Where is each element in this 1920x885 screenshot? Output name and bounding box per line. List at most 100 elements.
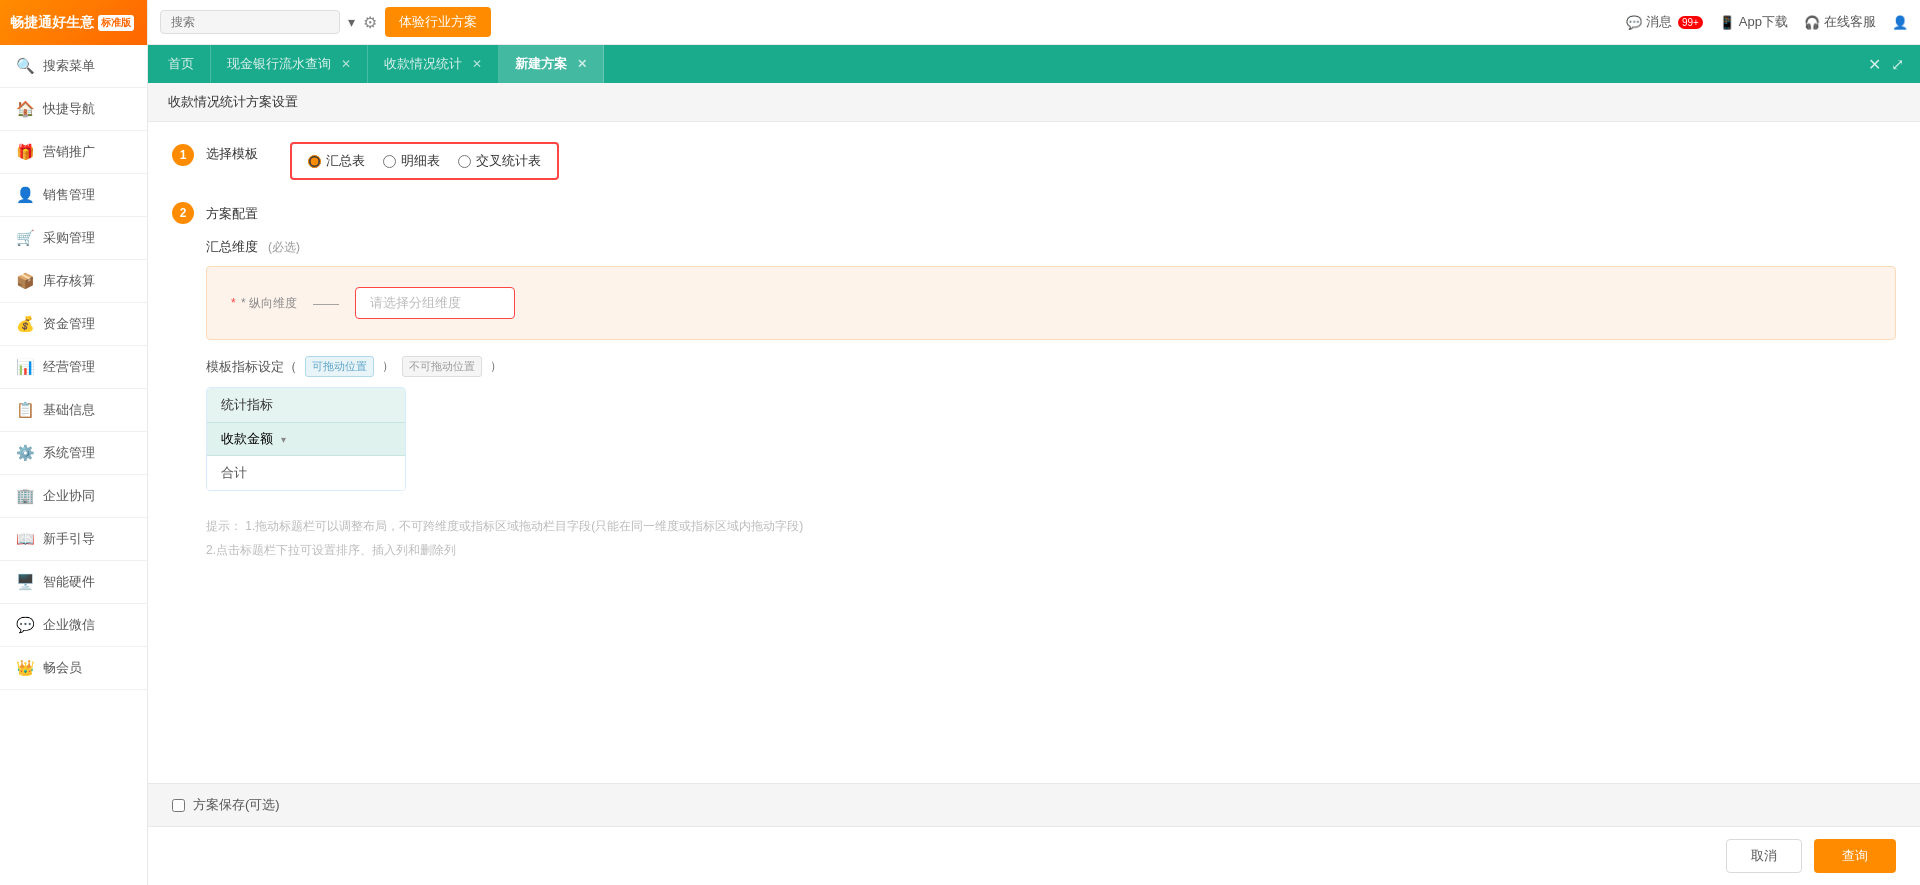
settings-icon[interactable]: ⚙ <box>363 13 377 32</box>
dropdown-arrow-icon[interactable]: ▾ <box>348 14 355 30</box>
tab-home[interactable]: 首页 <box>148 45 211 83</box>
sidebar-item-label: 企业协同 <box>43 487 95 505</box>
sidebar-item-guide[interactable]: 📖 新手引导 <box>0 518 147 561</box>
radio-detail-label: 明细表 <box>401 152 440 170</box>
sidebar-item-purchase[interactable]: 🛒 采购管理 <box>0 217 147 260</box>
sidebar-item-sales[interactable]: 👤 销售管理 <box>0 174 147 217</box>
tab-bank-flow[interactable]: 现金银行流水查询 ✕ <box>211 45 368 83</box>
header-right: 💬 消息 99+ 📱 App下载 🎧 在线客服 👤 <box>1626 13 1908 31</box>
tab-collection-stats[interactable]: 收款情况统计 ✕ <box>368 45 499 83</box>
radio-summary[interactable]: 汇总表 <box>308 152 365 170</box>
vertical-dimension-label: * * 纵向维度 <box>231 295 297 312</box>
user-icon: 👤 <box>1892 15 1908 30</box>
sidebar-item-label: 资金管理 <box>43 315 95 333</box>
window-maximize-icon[interactable]: ⤢ <box>1891 55 1904 74</box>
sidebar-item-label: 智能硬件 <box>43 573 95 591</box>
sidebar-item-finance[interactable]: 💰 资金管理 <box>0 303 147 346</box>
tab-new-plan-label: 新建方案 <box>515 55 567 73</box>
metrics-header: 模板指标设定（ 可拖动位置 ） 不可拖动位置 ） <box>206 356 1896 377</box>
sidebar-item-member[interactable]: 👑 畅会员 <box>0 647 147 690</box>
tips-section: 提示： 1.拖动标题栏可以调整布局，不可跨维度或指标区域拖动栏目字段(只能在同一… <box>206 514 1896 562</box>
message-badge: 99+ <box>1678 16 1703 29</box>
support-item[interactable]: 🎧 在线客服 <box>1804 13 1876 31</box>
radio-cross[interactable]: 交叉统计表 <box>458 152 541 170</box>
sidebar-item-marketing[interactable]: 🎁 营销推广 <box>0 131 147 174</box>
radio-summary-input[interactable] <box>308 155 321 168</box>
dimension-area: * * 纵向维度 —— 请选择分组维度 <box>206 266 1896 340</box>
tip-1: 提示： 1.拖动标题栏可以调整布局，不可跨维度或指标区域拖动栏目字段(只能在同一… <box>206 514 1896 538</box>
sidebar-item-system[interactable]: ⚙️ 系统管理 <box>0 432 147 475</box>
book-icon: 📖 <box>16 530 35 548</box>
save-checkbox[interactable] <box>172 799 185 812</box>
tab-new-plan-close[interactable]: ✕ <box>577 57 587 71</box>
radio-detail[interactable]: 明细表 <box>383 152 440 170</box>
sidebar-item-wechat[interactable]: 💬 企业微信 <box>0 604 147 647</box>
sidebar-item-search-menu[interactable]: 🔍 搜索菜单 <box>0 45 147 88</box>
person-icon: 👤 <box>16 186 35 204</box>
gear-icon: ⚙️ <box>16 444 35 462</box>
draggable-badge: 可拖动位置 <box>305 356 374 377</box>
header: ▾ ⚙ 体验行业方案 💬 消息 99+ 📱 App下载 🎧 在线客服 👤 <box>148 0 1920 45</box>
step1-number: 1 <box>172 144 194 166</box>
sidebar-logo: 畅捷通好生意 标准版 <box>0 0 147 45</box>
search-input[interactable] <box>160 10 340 34</box>
sidebar-item-operations[interactable]: 📊 经营管理 <box>0 346 147 389</box>
sidebar-item-enterprise[interactable]: 🏢 企业协同 <box>0 475 147 518</box>
tab-new-plan[interactable]: 新建方案 ✕ <box>499 45 604 83</box>
query-button[interactable]: 查询 <box>1814 839 1896 873</box>
building-icon: 🏢 <box>16 487 35 505</box>
tab-collection-stats-close[interactable]: ✕ <box>472 57 482 71</box>
tab-home-label: 首页 <box>168 55 194 73</box>
sidebar-item-quick-nav[interactable]: 🏠 快捷导航 <box>0 88 147 131</box>
required-star: * <box>231 296 236 310</box>
save-label[interactable]: 方案保存(可选) <box>193 796 280 814</box>
chat-icon: 💬 <box>16 616 35 634</box>
radio-detail-input[interactable] <box>383 155 396 168</box>
sidebar-item-label: 经营管理 <box>43 358 95 376</box>
clipboard-icon: 📋 <box>16 401 35 419</box>
sidebar-item-label: 采购管理 <box>43 229 95 247</box>
tab-bank-flow-close[interactable]: ✕ <box>341 57 351 71</box>
support-icon: 🎧 <box>1804 15 1820 30</box>
industry-btn[interactable]: 体验行业方案 <box>385 7 491 37</box>
window-close-icon[interactable]: ✕ <box>1868 55 1881 74</box>
metrics-section: 模板指标设定（ 可拖动位置 ） 不可拖动位置 ） 统计指标 <box>206 356 1896 494</box>
sidebar-item-hardware[interactable]: 🖥️ 智能硬件 <box>0 561 147 604</box>
user-avatar[interactable]: 👤 <box>1892 15 1908 30</box>
radio-cross-input[interactable] <box>458 155 471 168</box>
dimension-row: * * 纵向维度 —— 请选择分组维度 <box>231 287 1871 319</box>
save-section: 方案保存(可选) <box>148 783 1920 826</box>
support-label: 在线客服 <box>1824 13 1876 31</box>
cart-icon: 🛒 <box>16 229 35 247</box>
template-selection-box: 汇总表 明细表 交叉统计表 <box>290 142 559 180</box>
dimension-required: (必选) <box>268 239 300 256</box>
sidebar-item-inventory[interactable]: 📦 库存核算 <box>0 260 147 303</box>
chart-icon: 📊 <box>16 358 35 376</box>
total-row: 合计 <box>207 456 405 490</box>
sidebar-item-label: 新手引导 <box>43 530 95 548</box>
message-item[interactable]: 💬 消息 99+ <box>1626 13 1703 31</box>
step1-section: 1 选择模板 汇总表 明细表 交叉统计表 <box>172 142 1896 180</box>
step2-number: 2 <box>172 202 194 224</box>
sidebar-item-label: 营销推广 <box>43 143 95 161</box>
message-icon: 💬 <box>1626 15 1642 30</box>
sidebar-item-label: 基础信息 <box>43 401 95 419</box>
window-controls: ✕ ⤢ <box>1868 55 1920 74</box>
sidebar-item-basic-info[interactable]: 📋 基础信息 <box>0 389 147 432</box>
collection-amount-cell[interactable]: 收款金额 ▾ <box>207 423 405 456</box>
cancel-button[interactable]: 取消 <box>1726 839 1802 873</box>
footer: 取消 查询 <box>148 826 1920 885</box>
sidebar-item-label: 畅会员 <box>43 659 82 677</box>
column-dropdown-icon[interactable]: ▾ <box>281 434 286 445</box>
download-label: App下载 <box>1739 13 1788 31</box>
radio-summary-label: 汇总表 <box>326 152 365 170</box>
download-item[interactable]: 📱 App下载 <box>1719 13 1788 31</box>
arrow-icon: —— <box>313 296 339 311</box>
breadcrumb: 收款情况统计方案设置 <box>148 83 1920 122</box>
download-icon: 📱 <box>1719 15 1735 30</box>
tab-bar: 首页 现金银行流水查询 ✕ 收款情况统计 ✕ 新建方案 ✕ ✕ ⤢ <box>148 45 1920 83</box>
dimension-select[interactable]: 请选择分组维度 <box>355 287 515 319</box>
sidebar: 畅捷通好生意 标准版 🔍 搜索菜单 🏠 快捷导航 🎁 营销推广 👤 销售管理 🛒… <box>0 0 148 885</box>
search-icon: 🔍 <box>16 57 35 75</box>
monitor-icon: 🖥️ <box>16 573 35 591</box>
